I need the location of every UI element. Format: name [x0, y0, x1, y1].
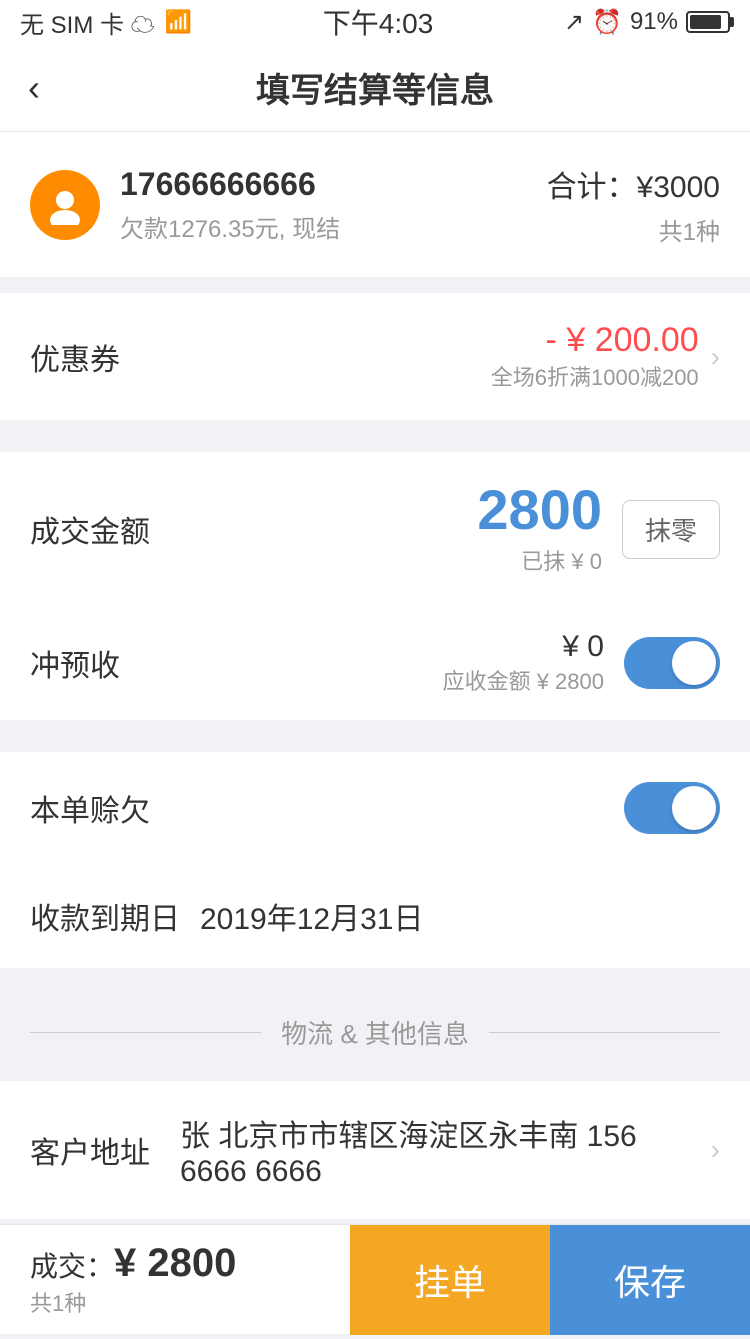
precharge-sub: 应收金额 ¥ 2800	[443, 664, 604, 696]
save-button[interactable]: 保存	[550, 1225, 750, 1335]
precharge-row: 冲预收 ¥ 0 应收金额 ¥ 2800	[0, 606, 750, 720]
address-row[interactable]: 客户地址 张 北京市市辖区海淀区永丰南 156 6666 6666 ›	[0, 1081, 750, 1219]
customer-phone: 17666666666	[120, 166, 340, 203]
coupon-row[interactable]: 优惠券 - ¥ 200.00 全场6折满1000减200 ›	[0, 293, 750, 420]
hang-button[interactable]: 挂单	[350, 1225, 550, 1335]
customer-card: 17666666666 欠款1276.35元, 现结 合计：¥3000 共1种	[0, 132, 750, 277]
status-right: ↗ ⏰ 91%	[564, 8, 730, 37]
debt-row: 本单赊欠	[0, 752, 750, 864]
coupon-label: 优惠券	[30, 335, 120, 379]
precharge-label: 冲预收	[30, 641, 120, 685]
debt-label: 本单赊欠	[30, 786, 150, 830]
logistics-text: 物流 & 其他信息	[281, 1014, 469, 1051]
battery-percentage: 91%	[630, 8, 678, 36]
amount-label: 成交金额	[30, 507, 150, 551]
alarm-icon: ⏰	[592, 8, 622, 37]
debt-toggle[interactable]	[624, 782, 720, 834]
divider-1	[0, 436, 750, 452]
bottom-prefix: 成交：	[30, 1251, 114, 1282]
total-count: 共1种	[547, 212, 720, 247]
gps-icon: ↗	[564, 8, 584, 37]
chevron-right-icon: ›	[711, 341, 720, 373]
date-row: 收款到期日 2019年12月31日	[0, 864, 750, 968]
precharge-amount: ¥ 0	[443, 630, 604, 664]
status-left: 无 SIM 卡 ☁ 📶	[20, 5, 192, 40]
amount-value: 2800	[477, 482, 602, 538]
status-time: 下午4:03	[323, 2, 434, 42]
address-value: 张 北京市市辖区海淀区永丰南 156 6666 6666	[180, 1111, 711, 1189]
debt-section: 本单赊欠 收款到期日 2019年12月31日	[0, 752, 750, 968]
logistics-divider: 物流 & 其他信息	[0, 984, 750, 1081]
bottom-summary: 成交：¥ 2800 共1种	[0, 1241, 350, 1318]
address-chevron-icon: ›	[711, 1134, 720, 1166]
divider-2	[0, 736, 750, 752]
sim-label: 无 SIM 卡 ☁	[20, 5, 155, 40]
bottom-bar: 成交：¥ 2800 共1种 挂单 保存	[0, 1224, 750, 1334]
debt-toggle-knob	[672, 786, 716, 830]
amount-sub: 已抹 ¥ 0	[477, 544, 602, 576]
header: ‹ 填写结算等信息	[0, 44, 750, 132]
total-amount: 合计：¥3000	[547, 162, 720, 206]
coupon-desc: 全场6折满1000减200	[491, 360, 699, 392]
battery-icon	[686, 11, 730, 33]
bottom-count: 共1种	[30, 1286, 320, 1318]
precharge-toggle[interactable]	[624, 637, 720, 689]
avatar	[30, 170, 100, 240]
bottom-amount: ¥ 2800	[114, 1241, 236, 1285]
date-label: 收款到期日	[30, 894, 180, 938]
amount-row: 成交金额 2800 已抹 ¥ 0 抹零	[0, 452, 750, 606]
round-button[interactable]: 抹零	[622, 500, 720, 559]
address-label: 客户地址	[30, 1128, 150, 1172]
content: 17666666666 欠款1276.35元, 现结 合计：¥3000 共1种 …	[0, 132, 750, 1339]
customer-debt: 欠款1276.35元, 现结	[120, 209, 340, 244]
back-button[interactable]: ‹	[28, 67, 40, 109]
status-bar: 无 SIM 卡 ☁ 📶 下午4:03 ↗ ⏰ 91%	[0, 0, 750, 44]
transaction-section: 成交金额 2800 已抹 ¥ 0 抹零 冲预收 ¥ 0 应收金额 ¥ 2800	[0, 452, 750, 720]
toggle-knob	[672, 641, 716, 685]
wifi-icon: 📶	[165, 9, 192, 35]
coupon-amount: - ¥ 200.00	[491, 321, 699, 360]
page-title: 填写结算等信息	[256, 63, 494, 112]
date-value: 2019年12月31日	[200, 894, 423, 938]
